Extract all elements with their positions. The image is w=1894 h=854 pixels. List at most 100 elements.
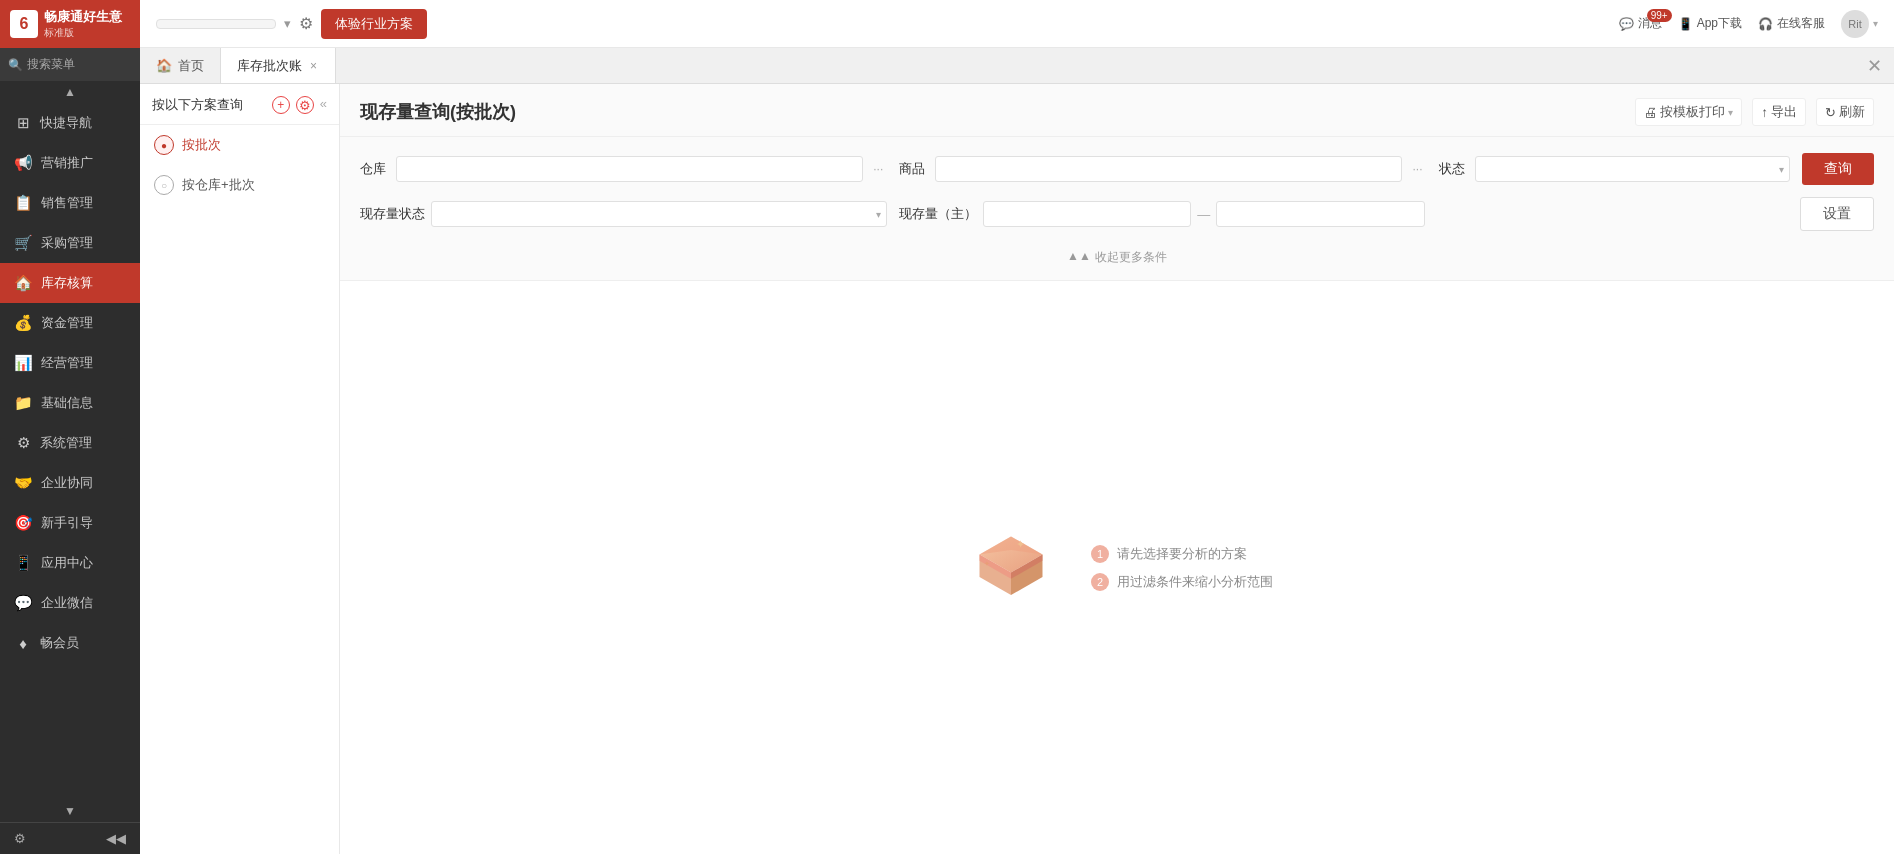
purchase-icon: 🛒: [14, 234, 33, 252]
sidebar-scroll-up[interactable]: ▲: [0, 81, 140, 103]
sidebar-item-inventory[interactable]: 🏠 库存核算: [0, 263, 140, 303]
export-label: 导出: [1771, 103, 1797, 121]
filter-item-batch[interactable]: ● 按批次: [140, 125, 339, 165]
ops-icon: 📊: [14, 354, 33, 372]
stock-qty-min-input[interactable]: [983, 201, 1192, 227]
topbar-dropdown-arrow[interactable]: ▾: [284, 16, 291, 31]
stock-qty-dash: —: [1197, 207, 1210, 222]
refresh-button[interactable]: ↻ 刷新: [1816, 98, 1874, 126]
filter-collapse-icon[interactable]: «: [320, 96, 327, 114]
user-dropdown-arrow: ▾: [1873, 18, 1878, 29]
export-icon: ↑: [1761, 105, 1768, 120]
topbar-right: 💬 消息 99+ 📱 App下载 🎧 在线客服 Rit ▾: [1619, 10, 1878, 38]
printer-icon: 🖨: [1644, 105, 1657, 120]
tab-inventory-batch[interactable]: 库存批次账 ×: [221, 48, 336, 83]
sidebar-item-finance[interactable]: 💰 资金管理: [0, 303, 140, 343]
stock-status-group: 现存量状态: [360, 201, 887, 227]
sidebar-item-label: 企业微信: [41, 594, 93, 612]
filter-warehouse-batch-label: 按仓库+批次: [182, 176, 255, 194]
empty-content: ✦ ✦ 1 请先选择要分析的方案 2 用过滤条件来缩小分析范围: [961, 518, 1273, 618]
user-profile[interactable]: Rit ▾: [1841, 10, 1878, 38]
sidebar-item-guide[interactable]: 🎯 新手引导: [0, 503, 140, 543]
status-select[interactable]: [1475, 156, 1791, 182]
stock-status-label: 现存量状态: [360, 205, 425, 223]
sidebar-scroll-down[interactable]: ▼: [0, 800, 140, 822]
sidebar-item-marketing[interactable]: 📢 营销推广: [0, 143, 140, 183]
settings-button[interactable]: 设置: [1800, 197, 1874, 231]
sidebar-item-quick-nav[interactable]: ⊞ 快捷导航: [0, 103, 140, 143]
sidebar-item-system[interactable]: ⚙ 系统管理: [0, 423, 140, 463]
warehouse-dots[interactable]: ···: [869, 158, 887, 180]
trial-button[interactable]: 体验行业方案: [321, 9, 427, 39]
sales-icon: 📋: [14, 194, 33, 212]
print-button[interactable]: 🖨 按模板打印 ▾: [1635, 98, 1742, 126]
sidebar-item-sales[interactable]: 📋 销售管理: [0, 183, 140, 223]
filter-settings-icon[interactable]: ⚙: [296, 96, 314, 114]
user-name: Rit: [1848, 18, 1861, 30]
filter-item-warehouse-batch[interactable]: ○ 按仓库+批次: [140, 165, 339, 205]
query-button[interactable]: 查询: [1802, 153, 1874, 185]
export-button[interactable]: ↑ 导出: [1752, 98, 1806, 126]
refresh-label: 刷新: [1839, 103, 1865, 121]
product-label: 商品: [899, 160, 929, 178]
filter-panel: 按以下方案查询 + ⚙ « ● 按批次 ○ 按仓库+批次: [140, 84, 340, 854]
sidebar-item-member[interactable]: ♦ 畅会员: [0, 623, 140, 663]
tab-home[interactable]: 🏠 首页: [140, 48, 221, 83]
sidebar-item-basic[interactable]: 📁 基础信息: [0, 383, 140, 423]
product-input[interactable]: [935, 156, 1402, 182]
app-download-button[interactable]: 📱 App下载: [1678, 15, 1742, 32]
sidebar-footer: ⚙ ◀◀: [0, 822, 140, 854]
filter-add-icon[interactable]: +: [272, 96, 290, 114]
sidebar-item-wechat[interactable]: 💬 企业微信: [0, 583, 140, 623]
stock-qty-max-input[interactable]: [1216, 201, 1425, 227]
finance-icon: 💰: [14, 314, 33, 332]
sidebar-search[interactable]: 🔍 搜索菜单: [0, 48, 140, 81]
main-area: ▾ ⚙ 体验行业方案 💬 消息 99+ 📱 App下载 🎧 在线客服 Rit: [140, 0, 1894, 854]
quick-nav-icon: ⊞: [14, 114, 32, 132]
sidebar-header: 6 畅康通好生意 标准版: [0, 0, 140, 48]
step-2-num: 2: [1091, 573, 1109, 591]
tab-close-all[interactable]: ✕: [1867, 55, 1894, 77]
online-service-button[interactable]: 🎧 在线客服: [1758, 15, 1825, 32]
collapse-sidebar-icon[interactable]: ◀◀: [106, 831, 126, 846]
print-dropdown-arrow[interactable]: ▾: [1728, 107, 1733, 118]
collapse-row[interactable]: ▲▲ 收起更多条件: [360, 243, 1874, 270]
status-label: 状态: [1439, 160, 1469, 178]
message-button[interactable]: 💬 消息 99+: [1619, 15, 1662, 32]
product-group: 商品 ···: [899, 156, 1426, 182]
filter-form: 仓库 ··· 商品 ··· 状态 查询: [340, 137, 1894, 281]
step-1-text: 请先选择要分析的方案: [1117, 545, 1247, 563]
sidebar-item-purchase[interactable]: 🛒 采购管理: [0, 223, 140, 263]
sidebar-item-label: 经营管理: [41, 354, 93, 372]
system-icon: ⚙: [14, 434, 32, 452]
apps-icon: 📱: [14, 554, 33, 572]
stock-status-select[interactable]: [431, 201, 887, 227]
empty-step-2: 2 用过滤条件来缩小分析范围: [1091, 573, 1273, 591]
topbar-gear-icon[interactable]: ⚙: [299, 14, 313, 33]
main-panel: 现存量查询(按批次) 🖨 按模板打印 ▾ ↑ 导出 ↻ 刷新: [340, 84, 1894, 854]
refresh-icon: ↻: [1825, 105, 1836, 120]
settings-footer-icon[interactable]: ⚙: [14, 831, 26, 846]
message-icon: 💬: [1619, 17, 1634, 31]
page-header: 现存量查询(按批次) 🖨 按模板打印 ▾ ↑ 导出 ↻ 刷新: [340, 84, 1894, 137]
step-2-text: 用过滤条件来缩小分析范围: [1117, 573, 1273, 591]
warehouse-input[interactable]: [396, 156, 863, 182]
sidebar-item-label: 企业协同: [41, 474, 93, 492]
sidebar-item-apps[interactable]: 📱 应用中心: [0, 543, 140, 583]
sidebar-item-label: 畅会员: [40, 634, 79, 652]
filter-panel-header: 按以下方案查询 + ⚙ «: [140, 96, 339, 125]
avatar: Rit: [1841, 10, 1869, 38]
sidebar-item-ops[interactable]: 📊 经营管理: [0, 343, 140, 383]
sidebar-item-label: 库存核算: [41, 274, 93, 292]
svg-text:✦: ✦: [1016, 538, 1025, 550]
search-icon: 🔍: [8, 58, 23, 72]
inventory-icon: 🏠: [14, 274, 33, 292]
sidebar-item-enterprise[interactable]: 🤝 企业协同: [0, 463, 140, 503]
empty-area: ✦ ✦ 1 请先选择要分析的方案 2 用过滤条件来缩小分析范围: [340, 281, 1894, 854]
tab-active-label: 库存批次账: [237, 57, 302, 75]
warehouse-label: 仓库: [360, 160, 390, 178]
guide-icon: 🎯: [14, 514, 33, 532]
product-dots[interactable]: ···: [1408, 158, 1426, 180]
app-subtitle: 标准版: [44, 26, 122, 40]
tab-close-button[interactable]: ×: [308, 57, 319, 75]
